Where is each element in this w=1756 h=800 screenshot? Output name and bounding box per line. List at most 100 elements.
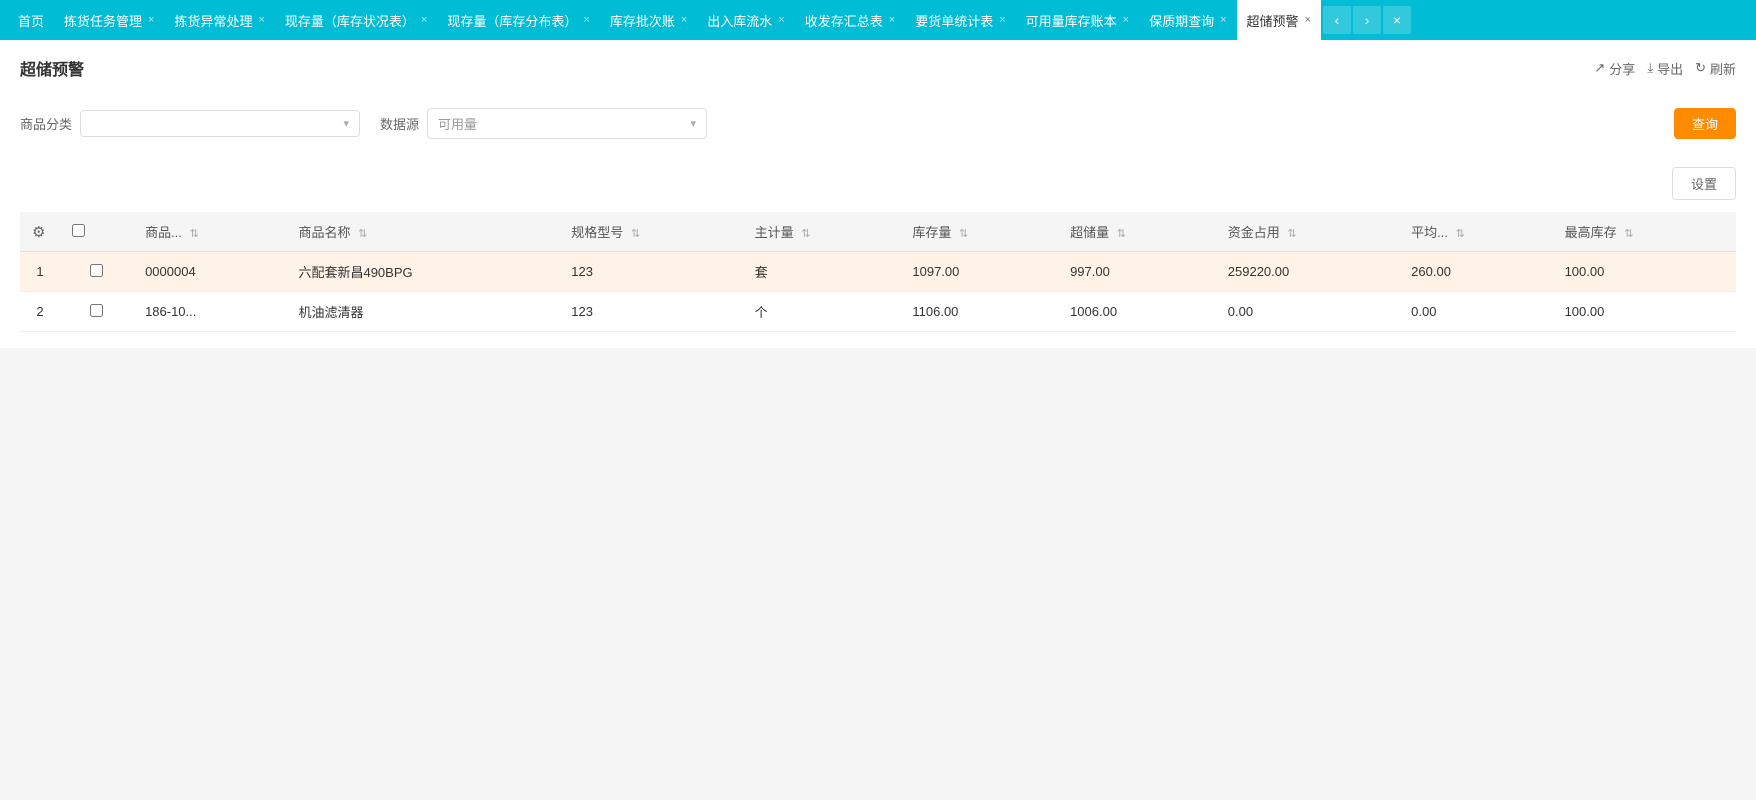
- close-available[interactable]: ×: [1123, 14, 1129, 26]
- nav-batch[interactable]: 库存批次账 ×: [600, 0, 697, 40]
- export-button[interactable]: ⤓ 导出: [1647, 59, 1683, 78]
- row-1-product-code: 0000004: [133, 252, 286, 292]
- nav-quality[interactable]: 保质期查询 ×: [1139, 0, 1236, 40]
- nav-abnormal[interactable]: 拣货异常处理 ×: [164, 0, 274, 40]
- row-1-unit: 套: [743, 252, 901, 292]
- query-button[interactable]: 查询: [1674, 108, 1736, 139]
- close-order-stat[interactable]: ×: [999, 14, 1005, 26]
- row-1-overstock-qty: 997.00: [1058, 252, 1216, 292]
- nav-stock-dist[interactable]: 现存量（库存分布表） ×: [437, 0, 599, 40]
- row-2-checkbox[interactable]: [90, 304, 103, 317]
- row-1-stock-qty: 1097.00: [900, 252, 1058, 292]
- select-all-checkbox[interactable]: [72, 224, 85, 237]
- settings-row: 设置: [20, 167, 1736, 200]
- table-header-row: ⚙ 商品... ⇅ 商品名称 ⇅ 规格型号 ⇅ 主计量: [20, 212, 1736, 252]
- nav-overstock[interactable]: 超储预警 ×: [1237, 0, 1321, 40]
- row-2-avg: 0.00: [1399, 292, 1552, 332]
- column-settings-icon[interactable]: ⚙: [32, 224, 45, 241]
- sort-overstock-qty-icon: ⇅: [1117, 227, 1126, 240]
- nav-collect[interactable]: 收发存汇总表 ×: [795, 0, 905, 40]
- share-button[interactable]: ↗ 分享: [1594, 59, 1635, 78]
- close-task-mgmt[interactable]: ×: [148, 14, 154, 26]
- product-category-arrow-icon: ▾: [343, 117, 349, 130]
- page-title: 超储预警: [20, 56, 84, 80]
- col-overstock-qty[interactable]: 超储量 ⇅: [1058, 212, 1216, 252]
- row-2-overstock-qty: 1006.00: [1058, 292, 1216, 332]
- table-row: 2 186-10... 机油滤清器 123 个 1106.00 1006.00 …: [20, 292, 1736, 332]
- row-1-checkbox-cell: [60, 252, 133, 292]
- data-source-arrow-icon: ▾: [691, 117, 697, 130]
- row-2-unit: 个: [743, 292, 901, 332]
- row-1-checkbox[interactable]: [90, 264, 103, 277]
- col-checkbox: [60, 212, 133, 252]
- nav-inout[interactable]: 出入库流水 ×: [697, 0, 794, 40]
- col-spec-label: 规格型号: [571, 225, 623, 240]
- col-capital-usage-label: 资金占用: [1228, 225, 1280, 240]
- data-source-value: 可用量: [438, 114, 477, 133]
- nav-stock-status[interactable]: 现存量（库存状况表） ×: [275, 0, 437, 40]
- nav-more-arrow[interactable]: ×: [1383, 6, 1411, 34]
- col-product-name[interactable]: 商品名称 ⇅: [286, 212, 559, 252]
- product-category-filter: 商品分类 ▾: [20, 110, 360, 137]
- product-category-value: [91, 116, 95, 131]
- nav-home[interactable]: 首页: [8, 0, 54, 40]
- close-stock-dist[interactable]: ×: [583, 14, 589, 26]
- row-2-spec: 123: [559, 292, 742, 332]
- data-source-select[interactable]: 可用量 ▾: [427, 108, 707, 139]
- row-1-max-stock: 100.00: [1553, 252, 1736, 292]
- data-source-label: 数据源: [380, 114, 419, 133]
- row-1-capital-usage: 259220.00: [1216, 252, 1399, 292]
- nav-next-arrow[interactable]: ›: [1353, 6, 1381, 34]
- row-num-1: 1: [20, 252, 60, 292]
- close-batch[interactable]: ×: [681, 14, 687, 26]
- row-1-avg: 260.00: [1399, 252, 1552, 292]
- header-actions: ↗ 分享 ⤓ 导出 ↻ 刷新: [1594, 59, 1736, 78]
- share-icon: ↗: [1594, 60, 1605, 76]
- row-2-stock-qty: 1106.00: [900, 292, 1058, 332]
- close-overstock[interactable]: ×: [1305, 14, 1311, 26]
- nav-task-mgmt[interactable]: 拣货任务管理 ×: [54, 0, 164, 40]
- col-product-code[interactable]: 商品... ⇅: [133, 212, 286, 252]
- col-max-stock[interactable]: 最高库存 ⇅: [1553, 212, 1736, 252]
- col-unit-label: 主计量: [755, 225, 794, 240]
- row-num-2: 2: [20, 292, 60, 332]
- col-avg[interactable]: 平均... ⇅: [1399, 212, 1552, 252]
- close-stock-status[interactable]: ×: [421, 14, 427, 26]
- row-2-product-name: 机油滤清器: [286, 292, 559, 332]
- col-max-stock-label: 最高库存: [1565, 225, 1617, 240]
- row-1-spec: 123: [559, 252, 742, 292]
- sort-capital-usage-icon: ⇅: [1287, 227, 1296, 240]
- data-source-filter: 数据源 可用量 ▾: [380, 108, 707, 139]
- close-inout[interactable]: ×: [778, 14, 784, 26]
- col-settings: ⚙: [20, 212, 60, 252]
- col-stock-qty[interactable]: 库存量 ⇅: [900, 212, 1058, 252]
- close-abnormal[interactable]: ×: [258, 14, 264, 26]
- col-overstock-qty-label: 超储量: [1070, 225, 1109, 240]
- row-2-capital-usage: 0.00: [1216, 292, 1399, 332]
- sort-unit-icon: ⇅: [801, 227, 810, 240]
- top-nav: 首页 拣货任务管理 × 拣货异常处理 × 现存量（库存状况表） × 现存量（库存…: [0, 0, 1756, 40]
- page-header: 超储预警 ↗ 分享 ⤓ 导出 ↻ 刷新: [20, 56, 1736, 80]
- filter-actions: 查询: [1674, 108, 1736, 139]
- close-collect[interactable]: ×: [889, 14, 895, 26]
- col-capital-usage[interactable]: 资金占用 ⇅: [1216, 212, 1399, 252]
- sort-product-name-icon: ⇅: [358, 227, 367, 240]
- nav-prev-arrow[interactable]: ‹: [1323, 6, 1351, 34]
- product-category-select[interactable]: ▾: [80, 110, 360, 137]
- row-2-product-code: 186-10...: [133, 292, 286, 332]
- row-1-product-name: 六配套新昌490BPG: [286, 252, 559, 292]
- close-quality[interactable]: ×: [1220, 14, 1226, 26]
- nav-available[interactable]: 可用量库存账本 ×: [1016, 0, 1139, 40]
- sort-product-code-icon: ⇅: [190, 227, 199, 240]
- export-icon: ⤓: [1647, 60, 1653, 76]
- settings-button[interactable]: 设置: [1672, 167, 1736, 200]
- row-2-max-stock: 100.00: [1553, 292, 1736, 332]
- col-unit[interactable]: 主计量 ⇅: [743, 212, 901, 252]
- data-table: ⚙ 商品... ⇅ 商品名称 ⇅ 规格型号 ⇅ 主计量: [20, 212, 1736, 332]
- col-spec[interactable]: 规格型号 ⇅: [559, 212, 742, 252]
- col-product-code-label: 商品...: [145, 225, 182, 240]
- refresh-button[interactable]: ↻ 刷新: [1695, 59, 1736, 78]
- row-2-checkbox-cell: [60, 292, 133, 332]
- nav-order-stat[interactable]: 要货单统计表 ×: [905, 0, 1015, 40]
- page-content: 超储预警 ↗ 分享 ⤓ 导出 ↻ 刷新 商品分类 ▾ 数据源: [0, 40, 1756, 348]
